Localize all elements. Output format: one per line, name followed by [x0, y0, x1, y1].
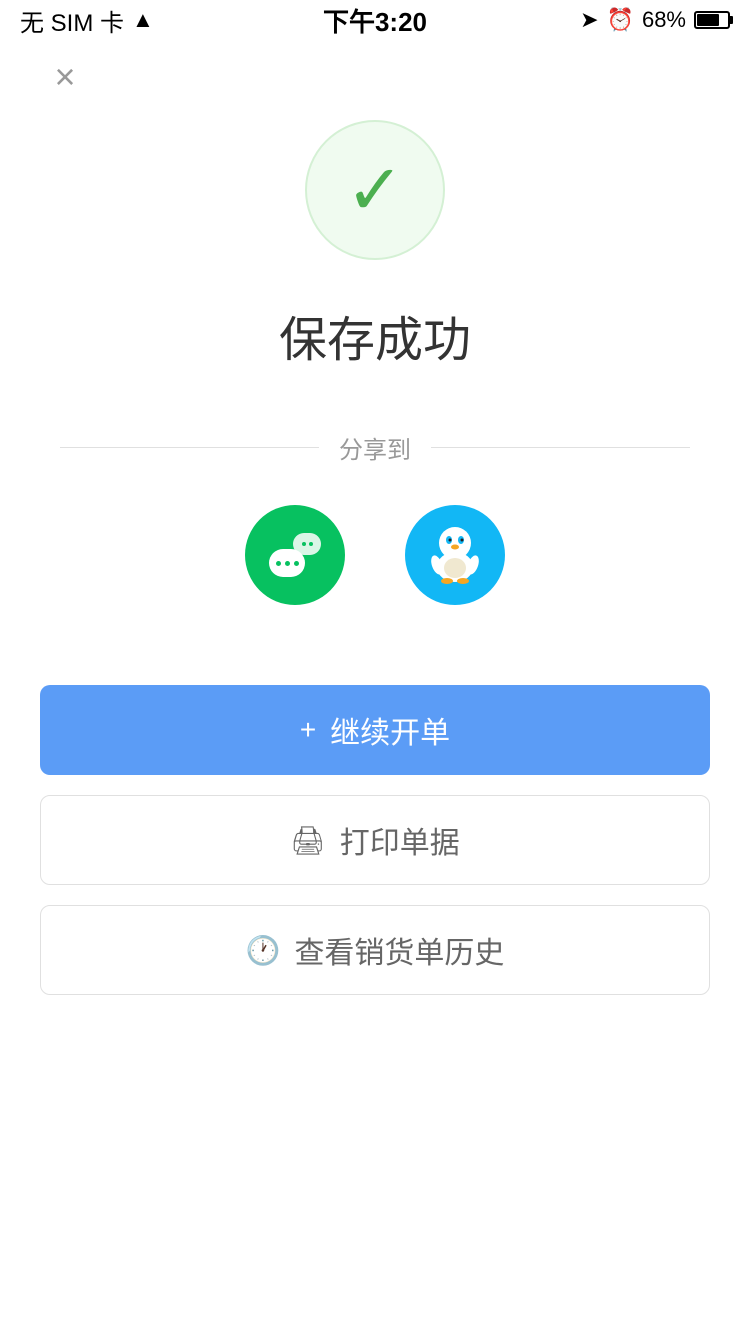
- dot1: [276, 561, 281, 566]
- plus-icon: +: [300, 714, 316, 746]
- wechat-bubble-small: [293, 533, 321, 555]
- status-bar: 无 SIM 卡 ▲ 下午3:20 ➤ ⏰ 68%: [0, 0, 750, 40]
- success-title: 保存成功: [279, 300, 471, 370]
- main-content: ✓ 保存成功 分享到: [0, 40, 750, 995]
- clock-icon: 🕐: [246, 934, 281, 967]
- print-button[interactable]: 🖨 打印单据: [40, 795, 710, 885]
- dot5: [309, 542, 313, 546]
- wechat-share-button[interactable]: [245, 505, 345, 605]
- wechat-logo: [269, 533, 321, 577]
- wifi-icon: ▲: [132, 7, 154, 33]
- close-button[interactable]: ×: [40, 52, 90, 102]
- checkmark-icon: ✓: [346, 155, 405, 225]
- print-label: 打印单据: [340, 818, 460, 862]
- battery-fill: [697, 14, 719, 26]
- qq-share-button[interactable]: [405, 505, 505, 605]
- battery-bar: [694, 11, 730, 29]
- status-time: 下午3:20: [323, 2, 427, 39]
- location-icon: ➤: [580, 7, 598, 33]
- dot2: [285, 561, 290, 566]
- battery-percent: 68%: [642, 7, 686, 33]
- status-left: 无 SIM 卡 ▲: [20, 3, 154, 38]
- alarm-icon: ⏰: [607, 7, 634, 33]
- divider-line-left: [60, 447, 319, 448]
- close-icon: ×: [54, 59, 75, 95]
- divider-line-right: [431, 447, 690, 448]
- share-icons: [245, 505, 505, 605]
- buttons-section: + 继续开单 🖨 打印单据 🕐 查看销货单历史: [0, 685, 750, 995]
- history-button[interactable]: 🕐 查看销货单历史: [40, 905, 710, 995]
- dot4: [302, 542, 306, 546]
- status-right: ➤ ⏰ 68%: [580, 7, 730, 33]
- battery-icon: [694, 11, 730, 29]
- continue-label: 继续开单: [330, 708, 450, 752]
- dot3: [294, 561, 299, 566]
- no-sim-label: 无 SIM 卡: [20, 3, 124, 38]
- success-circle: ✓: [305, 120, 445, 260]
- continue-button[interactable]: + 继续开单: [40, 685, 710, 775]
- qq-penguin-icon: [428, 525, 482, 585]
- share-label: 分享到: [319, 430, 431, 465]
- print-icon: 🖨: [290, 824, 326, 857]
- history-label: 查看销货单历史: [294, 928, 504, 972]
- share-divider: 分享到: [0, 430, 750, 465]
